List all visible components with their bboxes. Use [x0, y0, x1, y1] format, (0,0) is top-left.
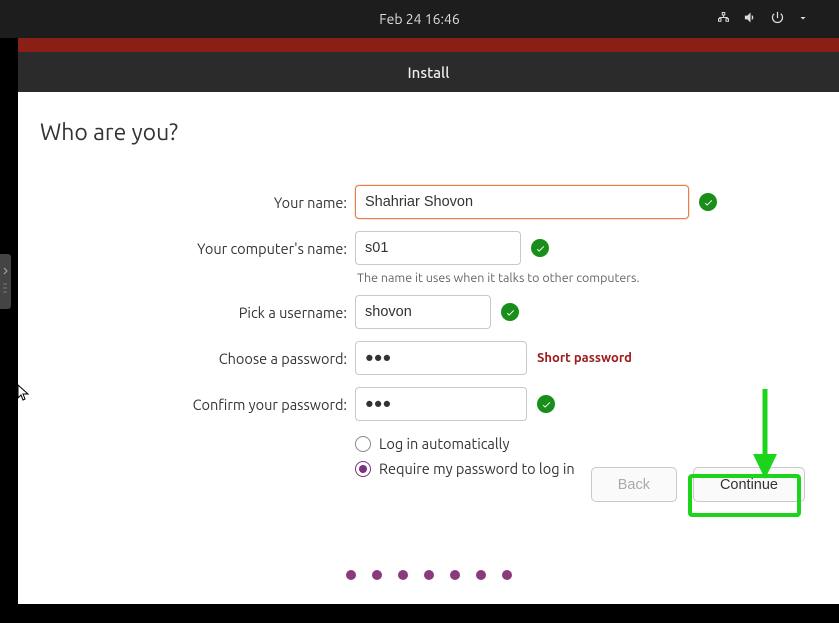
continue-button[interactable]: Continue [693, 467, 805, 502]
volume-icon[interactable] [743, 10, 758, 28]
check-icon [537, 395, 555, 413]
check-icon [699, 193, 717, 211]
name-label: Your name: [40, 194, 355, 211]
progress-dots [346, 570, 512, 580]
window-top-accent [18, 38, 839, 52]
auto-login-label: Log in automatically [379, 435, 509, 452]
check-icon [531, 239, 549, 257]
window-title: Install [408, 64, 450, 81]
progress-dot [346, 570, 356, 580]
progress-dot [476, 570, 486, 580]
require-password-label: Require my password to log in [379, 460, 575, 477]
name-field[interactable] [355, 185, 689, 219]
computer-hint: The name it uses when it talks to other … [355, 271, 805, 285]
name-row: Your name: [40, 185, 805, 219]
check-icon [501, 303, 519, 321]
username-label: Pick a username: [40, 304, 355, 321]
username-field[interactable] [355, 295, 491, 329]
auto-login-option[interactable]: Log in automatically [355, 433, 805, 452]
confirm-password-field[interactable] [355, 387, 527, 421]
progress-dot [450, 570, 460, 580]
installer-page: Who are you? Your name: Your computer's … [18, 92, 839, 604]
computer-label: Your computer's name: [40, 240, 355, 257]
footer-buttons: Back Continue [591, 467, 805, 502]
username-row: Pick a username: [40, 295, 805, 329]
network-icon[interactable] [716, 10, 731, 28]
page-title: Who are you? [40, 120, 805, 145]
password-label: Choose a password: [40, 350, 355, 367]
progress-dot [502, 570, 512, 580]
computer-row: Your computer's name: [40, 231, 805, 265]
window-titlebar: Install [18, 52, 839, 92]
radio-icon [355, 461, 371, 477]
user-form: Your name: Your computer's name: The nam… [40, 185, 805, 477]
confirm-label: Confirm your password: [40, 396, 355, 413]
computer-name-field[interactable] [355, 231, 521, 265]
power-icon[interactable] [770, 10, 785, 28]
password-field[interactable] [355, 341, 527, 375]
back-button[interactable]: Back [591, 467, 677, 502]
password-row: Choose a password: Short password [40, 341, 805, 375]
chevron-down-icon[interactable] [797, 11, 809, 27]
progress-dot [424, 570, 434, 580]
radio-icon [355, 436, 371, 452]
progress-dot [398, 570, 408, 580]
system-indicators[interactable] [716, 10, 809, 28]
password-feedback: Short password [537, 351, 632, 365]
clock[interactable]: Feb 24 16:46 [379, 11, 460, 27]
confirm-row: Confirm your password: [40, 387, 805, 421]
dock-reveal-tab[interactable] [0, 254, 11, 309]
top-menu-bar: Feb 24 16:46 [0, 0, 839, 38]
progress-dot [372, 570, 382, 580]
